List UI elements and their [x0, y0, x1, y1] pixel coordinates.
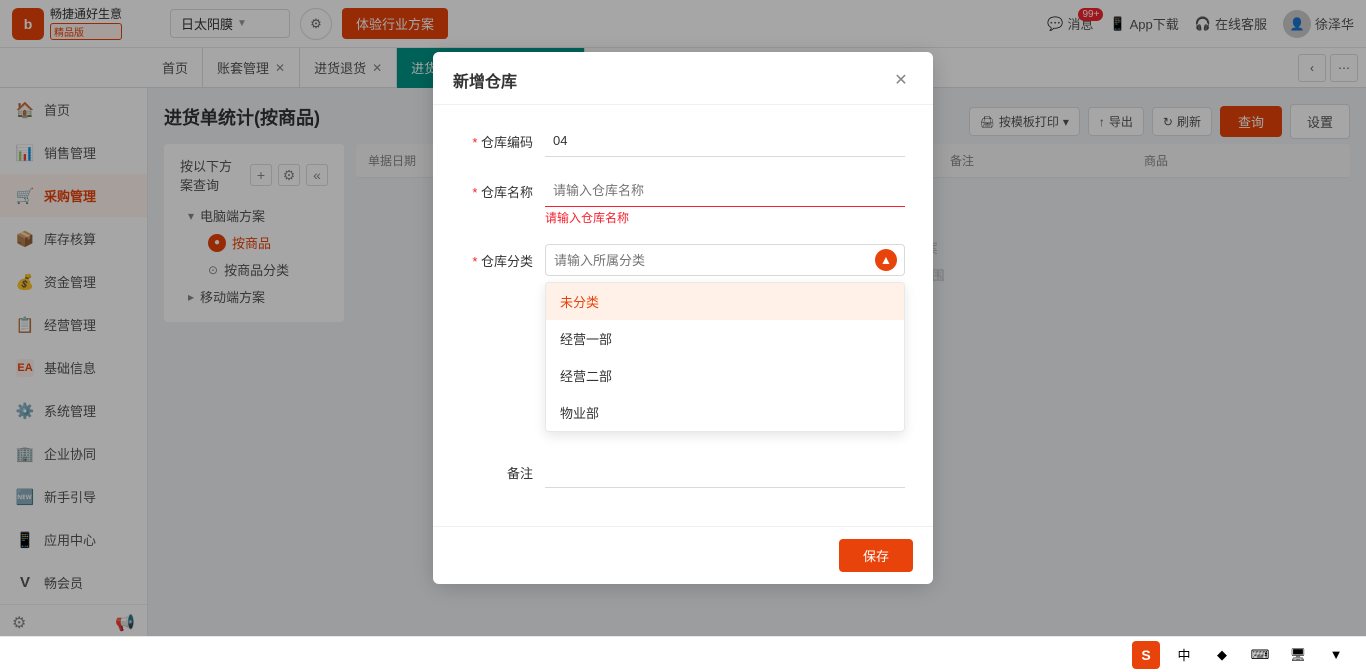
dropdown-item-2[interactable]: 经营二部: [546, 357, 904, 394]
warehouse-name-row: 仓库名称 请输入仓库名称: [461, 175, 905, 226]
keyboard-icon[interactable]: ⌨: [1246, 641, 1274, 669]
notes-row: 备注: [461, 456, 905, 488]
dropdown-item-1[interactable]: 经营一部: [546, 320, 904, 357]
modal-header: 新增仓库 ✕: [433, 52, 933, 105]
warehouse-category-input[interactable]: [545, 244, 905, 276]
dot-icon[interactable]: ◆: [1208, 641, 1236, 669]
warehouse-name-error: 请输入仓库名称: [545, 209, 905, 226]
notes-label: 备注: [461, 456, 533, 482]
monitor-icon[interactable]: 🖥: [1284, 641, 1312, 669]
bottom-right-icons: S 中 ◆ ⌨ 🖥 ▼: [1132, 641, 1350, 669]
warehouse-code-wrap: [545, 125, 905, 157]
notes-wrap: [545, 456, 905, 488]
warehouse-name-label: 仓库名称: [461, 175, 533, 201]
chinese-input-icon[interactable]: 中: [1170, 641, 1198, 669]
s-logo-icon: S: [1132, 641, 1160, 669]
modal-footer: 保存: [433, 526, 933, 584]
modal-overlay: 新增仓库 ✕ 仓库编码 仓库名称 请输入仓库名称 仓库分类: [0, 0, 1366, 636]
warehouse-category-label: 仓库分类: [461, 244, 533, 270]
modal-body: 仓库编码 仓库名称 请输入仓库名称 仓库分类 ▲: [433, 105, 933, 526]
warehouse-category-wrap: ▲ 未分类 经营一部 经营二部 物业部: [545, 244, 905, 276]
warehouse-code-label: 仓库编码: [461, 125, 533, 151]
warehouse-category-row: 仓库分类 ▲ 未分类 经营一部 经营二部 物业部: [461, 244, 905, 276]
modal-close-button[interactable]: ✕: [889, 68, 913, 92]
modal-title: 新增仓库: [453, 68, 517, 92]
dropdown-item-3[interactable]: 物业部: [546, 394, 904, 431]
warehouse-name-wrap: 请输入仓库名称: [545, 175, 905, 226]
warehouse-code-row: 仓库编码: [461, 125, 905, 157]
category-dropdown: 未分类 经营一部 经营二部 物业部: [545, 282, 905, 432]
add-warehouse-modal: 新增仓库 ✕ 仓库编码 仓库名称 请输入仓库名称 仓库分类: [433, 52, 933, 584]
bottombar: S 中 ◆ ⌨ 🖥 ▼: [0, 636, 1366, 672]
notes-input[interactable]: [545, 456, 905, 488]
warehouse-code-input[interactable]: [545, 125, 905, 157]
category-toggle-arrow[interactable]: ▲: [875, 249, 897, 271]
save-button[interactable]: 保存: [839, 539, 913, 572]
warehouse-name-input[interactable]: [545, 175, 905, 207]
dropdown-arrow-icon[interactable]: ▼: [1322, 641, 1350, 669]
dropdown-item-0[interactable]: 未分类: [546, 283, 904, 320]
